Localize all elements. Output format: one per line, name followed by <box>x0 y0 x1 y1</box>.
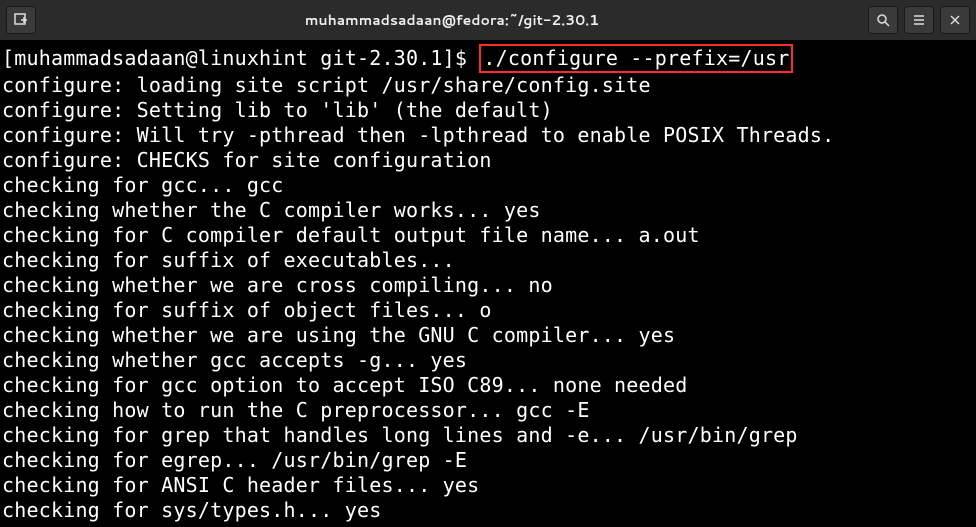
output-line: checking for gcc... gcc <box>2 173 284 197</box>
output-line: configure: loading site script /usr/shar… <box>2 73 651 97</box>
shell-prompt: [muhammadsadaan@linuxhint git-2.30.1]$ <box>2 46 479 70</box>
output-line: checking whether gcc accepts -g... yes <box>2 348 467 372</box>
output-line: checking for suffix of executables... <box>2 248 455 272</box>
output-line: checking for suffix of object files... o <box>2 298 492 322</box>
output-line: checking whether we are using the GNU C … <box>2 323 675 347</box>
output-line: checking whether we are cross compiling.… <box>2 273 553 297</box>
menu-button[interactable] <box>904 6 934 34</box>
output-line: checking for egrep... /usr/bin/grep -E <box>2 448 467 472</box>
highlighted-command: ./configure --prefix=/usr <box>479 44 793 73</box>
search-button[interactable] <box>868 6 898 34</box>
output-line: checking how to run the C preprocessor..… <box>2 398 590 422</box>
output-line: checking for grep that handles long line… <box>2 423 798 447</box>
output-line: configure: Will try -pthread then -lpthr… <box>2 123 834 147</box>
output-line: checking for C compiler default output f… <box>2 223 700 247</box>
output-line: checking whether the C compiler works...… <box>2 198 541 222</box>
close-button[interactable] <box>940 6 970 34</box>
new-tab-button[interactable] <box>6 6 36 34</box>
output-line: checking for sys/types.h... yes <box>2 498 381 522</box>
terminal-content[interactable]: [muhammadsadaan@linuxhint git-2.30.1]$ .… <box>0 40 976 527</box>
output-line: configure: Setting lib to 'lib' (the def… <box>2 98 553 122</box>
output-line: checking for gcc option to accept ISO C8… <box>2 373 688 397</box>
window-title: muhammadsadaan@fedora:~/git-2.30.1 <box>42 10 862 30</box>
output-line: configure: CHECKS for site configuration <box>2 148 492 172</box>
output-line: checking for ANSI C header files... yes <box>2 473 479 497</box>
titlebar: muhammadsadaan@fedora:~/git-2.30.1 <box>0 0 976 40</box>
